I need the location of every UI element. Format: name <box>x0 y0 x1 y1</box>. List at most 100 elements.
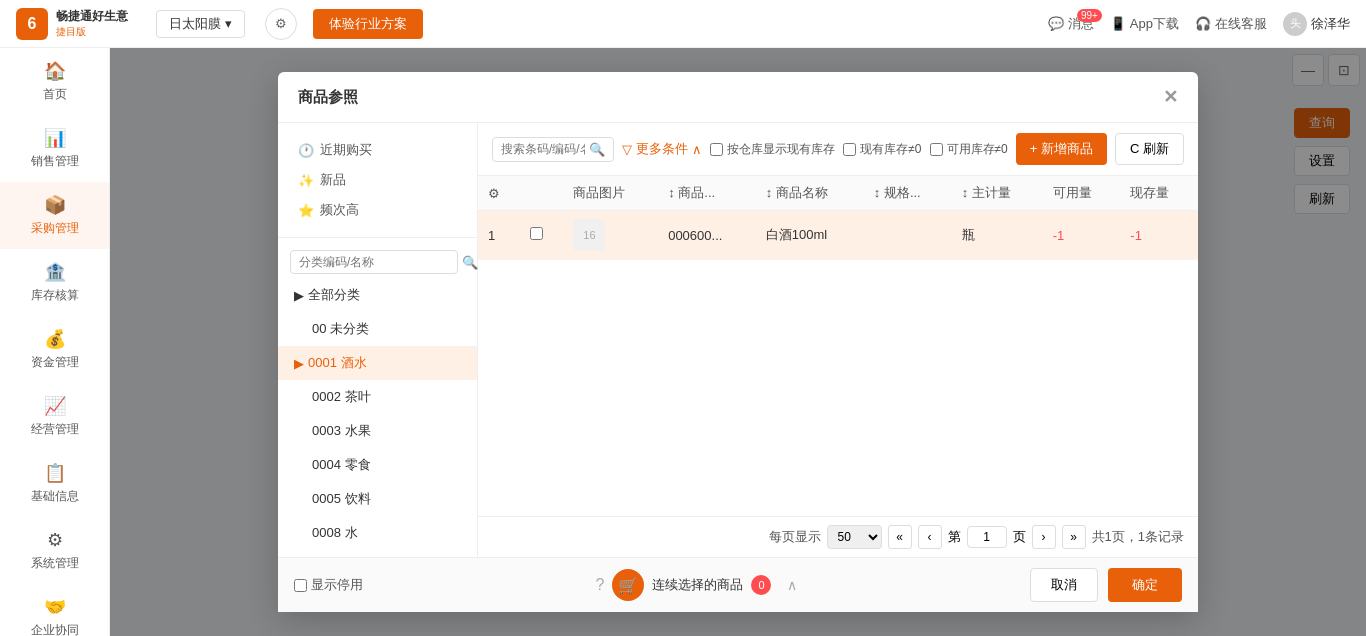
modal-body: 🕐 近期购买 ✨ 新品 ⭐ 频次高 <box>278 123 1198 557</box>
star-icon: ⭐ <box>298 203 314 218</box>
sidebar-label-system: 系统管理 <box>31 555 79 572</box>
finance-icon: 💰 <box>44 328 66 350</box>
system-icon: ⚙ <box>47 529 63 551</box>
category-search-icon[interactable]: 🔍 <box>462 255 478 270</box>
sidebar-label-enterprise: 企业协同 <box>31 622 79 636</box>
category-all[interactable]: ▶ 全部分类 <box>278 278 477 312</box>
sales-icon: 📊 <box>44 127 66 149</box>
col-spec[interactable]: ↕ 规格... <box>864 176 952 211</box>
cart-count-badge: 0 <box>751 575 771 595</box>
download-icon: 📱 <box>1110 16 1126 31</box>
divider <box>278 237 477 238</box>
sidebar-item-system[interactable]: ⚙ 系统管理 <box>0 517 109 584</box>
modal-title: 商品参照 <box>298 88 358 107</box>
sidebar-item-finance[interactable]: 💰 资金管理 <box>0 316 109 383</box>
sidebar-item-inventory[interactable]: 🏦 库存核算 <box>0 249 109 316</box>
user-profile[interactable]: 头 徐泽华 <box>1283 12 1350 36</box>
footer-cart: ? 🛒 连续选择的商品 0 ∧ <box>596 569 798 601</box>
right-panel: 🔍 ▽ 更多条件 ∧ 按仓库显示现有库存 <box>478 123 1198 557</box>
avatar: 头 <box>1283 12 1307 36</box>
checkbox-nonzero-stock[interactable]: 现有库存≠0 <box>843 141 921 158</box>
inventory-icon: 🏦 <box>44 261 66 283</box>
product-table: ⚙ 商品图片 ↕ 商品... ↕ 商品名称 ↕ 规格... ↕ 主计量 可用量 <box>478 176 1198 260</box>
logo-area: 6 畅捷通好生意 捷目版 <box>16 8 136 40</box>
row-stock: -1 <box>1120 211 1198 260</box>
sidebar-item-basics[interactable]: 📋 基础信息 <box>0 450 109 517</box>
topbar: 6 畅捷通好生意 捷目版 日太阳膜 ▾ ⚙ 体验行业方案 💬 消息 99+ 📱 … <box>0 0 1366 48</box>
cancel-button[interactable]: 取消 <box>1030 568 1098 602</box>
category-unclassified[interactable]: 00 未分类 <box>278 312 477 346</box>
modal-footer: 显示停用 ? 🛒 连续选择的商品 0 ∧ 取消 确定 <box>278 557 1198 612</box>
filter-chevron-icon: ∧ <box>692 142 702 157</box>
table-row[interactable]: 1 16 000600... 白酒100ml <box>478 211 1198 260</box>
page-last-btn[interactable]: » <box>1062 525 1086 549</box>
footer-buttons: 取消 确定 <box>1030 568 1182 602</box>
sidebar-item-operations[interactable]: 📈 经营管理 <box>0 383 109 450</box>
col-settings[interactable]: ⚙ <box>478 176 520 211</box>
page-number-input[interactable] <box>967 526 1007 548</box>
sidebar-item-purchase[interactable]: 📦 采购管理 <box>0 182 109 249</box>
row-checkbox[interactable] <box>520 211 563 260</box>
logo-text: 畅捷通好生意 捷目版 <box>56 8 128 39</box>
sidebar-label-home: 首页 <box>43 86 67 103</box>
new-product-btn[interactable]: ✨ 新品 <box>290 165 465 195</box>
checkbox-nonzero-available[interactable]: 可用库存≠0 <box>930 141 1008 158</box>
refresh-product-button[interactable]: C 刷新 <box>1115 133 1184 165</box>
sidebar-item-enterprise[interactable]: 🤝 企业协同 <box>0 584 109 636</box>
col-code[interactable]: ↕ 商品... <box>658 176 756 211</box>
gear-icon: ⚙ <box>275 16 287 31</box>
category-beverage[interactable]: 0005 饮料 <box>278 482 477 516</box>
checkbox-warehouse-stock[interactable]: 按仓库显示现有库存 <box>710 141 835 158</box>
col-name[interactable]: ↕ 商品名称 <box>756 176 864 211</box>
new-icon: ✨ <box>298 173 314 188</box>
page-prev-btn[interactable]: ‹ <box>918 525 942 549</box>
online-service-button[interactable]: 🎧 在线客服 <box>1195 15 1267 33</box>
app-download-button[interactable]: 📱 App下载 <box>1110 15 1179 33</box>
product-table-wrap: ⚙ 商品图片 ↕ 商品... ↕ 商品名称 ↕ 规格... ↕ 主计量 可用量 <box>478 176 1198 516</box>
all-arrow-icon: ▶ <box>294 288 304 303</box>
store-dropdown-icon: ▾ <box>225 16 232 31</box>
messages-button[interactable]: 💬 消息 99+ <box>1048 15 1094 33</box>
row-code: 000600... <box>658 211 756 260</box>
page-next-btn[interactable]: › <box>1032 525 1056 549</box>
recent-purchase-btn[interactable]: 🕐 近期购买 <box>290 135 465 165</box>
messages-badge: 99+ <box>1077 9 1102 22</box>
show-disabled-checkbox[interactable]: 显示停用 <box>294 576 363 594</box>
more-filters-button[interactable]: ▽ 更多条件 ∧ <box>622 140 702 158</box>
gear-button[interactable]: ⚙ <box>265 8 297 40</box>
confirm-button[interactable]: 确定 <box>1108 568 1182 602</box>
cart-collapse-icon[interactable]: ∧ <box>787 577 797 593</box>
row-name: 白酒100ml <box>756 211 864 260</box>
row-image: 16 <box>563 211 658 260</box>
col-unit[interactable]: ↕ 主计量 <box>952 176 1043 211</box>
home-icon: 🏠 <box>44 60 66 82</box>
page-first-btn[interactable]: « <box>888 525 912 549</box>
sidebar-item-sales[interactable]: 📊 销售管理 <box>0 115 109 182</box>
category-water[interactable]: 0008 水 <box>278 516 477 549</box>
basics-icon: 📋 <box>44 462 66 484</box>
category-tea[interactable]: 0002 茶叶 <box>278 380 477 414</box>
frequent-btn[interactable]: ⭐ 频次高 <box>290 195 465 225</box>
sidebar-label-finance: 资金管理 <box>31 354 79 371</box>
category-fruit[interactable]: 0003 水果 <box>278 414 477 448</box>
cart-icon[interactable]: 🛒 <box>612 569 644 601</box>
enterprise-icon: 🤝 <box>44 596 66 618</box>
modal-close-button[interactable]: ✕ <box>1163 86 1178 108</box>
category-list: ▶ 全部分类 00 未分类 ▶ 0001 酒水 <box>278 278 477 549</box>
category-search: 🔍 <box>290 250 465 274</box>
search-input-wrap: 🔍 <box>492 137 614 162</box>
add-product-button[interactable]: + 新增商品 <box>1016 133 1107 165</box>
store-selector[interactable]: 日太阳膜 ▾ <box>156 10 245 38</box>
sidebar-item-home[interactable]: 🏠 首页 <box>0 48 109 115</box>
product-search-input[interactable] <box>501 142 585 156</box>
help-icon[interactable]: ? <box>596 576 605 594</box>
topbar-actions: ⚙ 体验行业方案 <box>265 8 423 40</box>
category-search-input[interactable] <box>290 250 458 274</box>
main-layout: 🏠 首页 📊 销售管理 📦 采购管理 🏦 库存核算 💰 资金管理 📈 经营管理 … <box>0 48 1366 636</box>
category-liquor[interactable]: ▶ 0001 酒水 <box>278 346 477 380</box>
operations-icon: 📈 <box>44 395 66 417</box>
category-snack[interactable]: 0004 零食 <box>278 448 477 482</box>
trial-button[interactable]: 体验行业方案 <box>313 9 423 39</box>
per-page-select[interactable]: 50 20 100 <box>827 525 882 549</box>
purchase-icon: 📦 <box>44 194 66 216</box>
